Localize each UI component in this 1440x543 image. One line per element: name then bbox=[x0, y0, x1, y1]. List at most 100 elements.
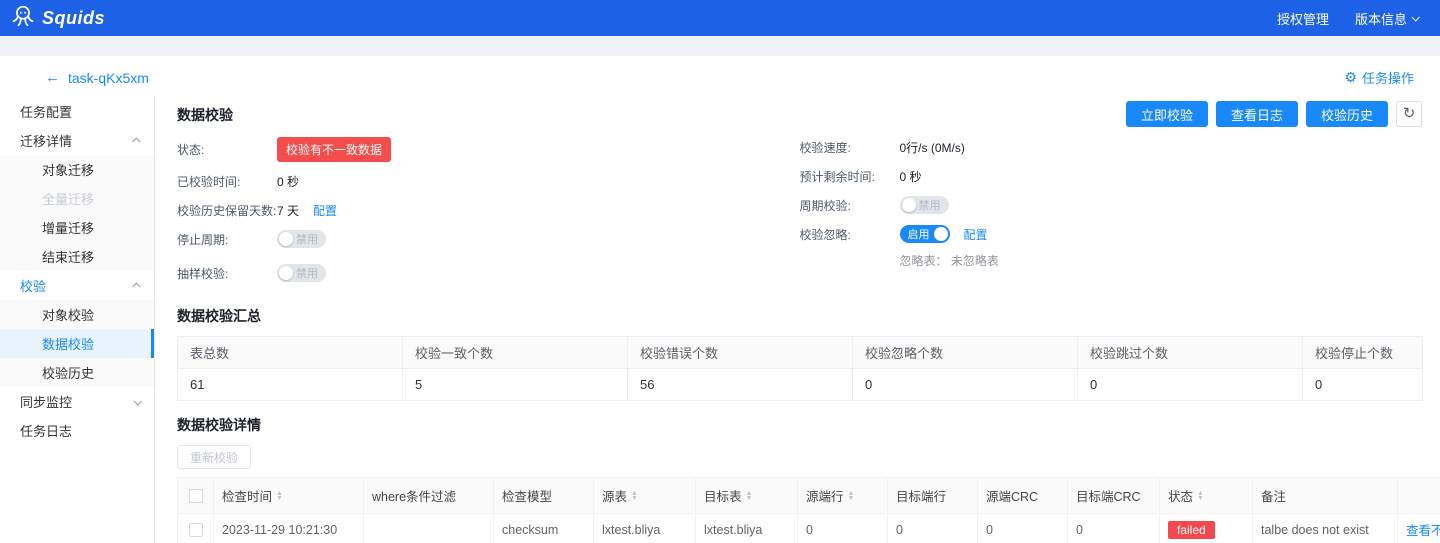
sidebar-item-task-logs[interactable]: 任务日志 bbox=[0, 416, 154, 445]
sidebar-item-data-validation[interactable]: 数据校验 bbox=[0, 329, 154, 358]
sort-icon[interactable]: ▲ ▼ bbox=[1197, 490, 1204, 502]
ignore-config-link[interactable]: 配置 bbox=[964, 226, 988, 243]
sidebar-item-task-config[interactable]: 任务配置 bbox=[0, 97, 154, 126]
col-label: 源表 bbox=[602, 490, 628, 504]
cell-source: lxtest.bliya bbox=[593, 513, 696, 543]
nav-auth-management[interactable]: 授权管理 bbox=[1277, 9, 1329, 28]
cell-time: 2023-11-29 10:21:30 bbox=[213, 513, 364, 543]
chevron-down-icon bbox=[133, 396, 142, 406]
summary-value-total: 61 bbox=[177, 368, 403, 401]
col-label: 备注 bbox=[1261, 490, 1287, 504]
main-panel: 数据校验 立即校验 查看日志 校验历史 ↻ 状态: 校验有不一致数据 已校验时间… bbox=[155, 95, 1440, 543]
details-section-title: 数据校验详情 bbox=[177, 417, 261, 433]
summary-header-errors: 校验错误个数 bbox=[627, 336, 853, 369]
sidebar-group-sync-monitor[interactable]: 同步监控 bbox=[0, 387, 154, 416]
cell-dst-crc: 0 bbox=[1067, 513, 1160, 543]
sort-icon[interactable]: ▲ ▼ bbox=[631, 490, 638, 502]
cell-src-rows: 0 bbox=[797, 513, 888, 543]
sort-icon[interactable]: ▲ ▼ bbox=[848, 490, 855, 502]
cell-model: checksum bbox=[493, 513, 594, 543]
col-label: 检查模型 bbox=[502, 490, 553, 504]
toggle-state-label: 禁用 bbox=[296, 268, 318, 280]
brand[interactable]: Squids bbox=[10, 3, 105, 34]
select-all-checkbox[interactable] bbox=[188, 488, 203, 503]
validation-ignore-toggle[interactable]: 启用 bbox=[899, 225, 950, 243]
remaining-time-value: 0 秒 bbox=[899, 169, 922, 184]
gear-icon: ⚙ bbox=[1344, 69, 1357, 85]
history-retention-label: 校验历史保留天数: bbox=[177, 203, 277, 218]
cell-src-crc: 0 bbox=[977, 513, 1068, 543]
sort-icon[interactable]: ▲ ▼ bbox=[746, 490, 753, 502]
back-arrow-icon: ← bbox=[45, 69, 60, 86]
summary-value-skipped: 0 bbox=[1077, 368, 1303, 401]
col-label: 检查时间 bbox=[222, 490, 273, 504]
periodic-validation-toggle[interactable]: 禁用 bbox=[899, 196, 949, 214]
nav-auth-label: 授权管理 bbox=[1276, 11, 1329, 27]
sidebar-item-object-migration[interactable]: 对象迁移 bbox=[0, 155, 154, 184]
sampling-validation-toggle[interactable]: 禁用 bbox=[277, 264, 326, 282]
validate-now-button[interactable]: 立即校验 bbox=[1125, 101, 1208, 127]
sidebar-group-validation[interactable]: 校验 bbox=[0, 271, 154, 300]
task-operations-label: 任务操作 bbox=[1361, 71, 1414, 86]
row-checkbox[interactable] bbox=[188, 522, 203, 537]
col-label: 目标端行 bbox=[896, 490, 947, 504]
summary-value-row: 61 5 56 0 0 0 bbox=[177, 368, 1423, 401]
col-check-time[interactable]: 检查时间 ▲ ▼ bbox=[213, 477, 364, 514]
col-label: 源端行 bbox=[806, 490, 844, 504]
stop-cycle-toggle[interactable]: 禁用 bbox=[277, 230, 326, 248]
history-retention-value: 7 天 bbox=[277, 203, 300, 218]
sidebar-label: 任务配置 bbox=[20, 105, 73, 120]
sidebar: 任务配置 迁移详情 对象迁移 全量迁移 增量迁移 结束迁移 校验 对象校验 数据… bbox=[0, 95, 155, 543]
col-actions: 操作 bbox=[1397, 477, 1440, 514]
sidebar-label: 全量迁移 bbox=[42, 192, 95, 207]
validation-history-button[interactable]: 校验历史 bbox=[1305, 101, 1388, 127]
retention-config-link[interactable]: 配置 bbox=[313, 202, 337, 219]
summary-value-ignored: 0 bbox=[852, 368, 1078, 401]
sidebar-label: 数据校验 bbox=[42, 337, 95, 352]
col-label: 目标端CRC bbox=[1076, 490, 1141, 504]
col-source-crc: 源端CRC bbox=[977, 477, 1068, 514]
sampling-validation-label: 抽样校验: bbox=[177, 266, 229, 281]
sidebar-label: 任务日志 bbox=[20, 424, 73, 439]
summary-header-row: 表总数 校验一致个数 校验错误个数 校验忽略个数 校验跳过个数 校验停止个数 bbox=[177, 336, 1423, 369]
ignored-tables-note: 忽略表： 未忽略表 bbox=[899, 253, 999, 268]
refresh-button[interactable]: ↻ bbox=[1396, 101, 1422, 127]
view-logs-button[interactable]: 查看日志 bbox=[1215, 101, 1298, 127]
col-target-table[interactable]: 目标表 ▲ ▼ bbox=[695, 477, 798, 514]
toggle-knob bbox=[901, 198, 916, 212]
col-source-rows[interactable]: 源端行 ▲ ▼ bbox=[797, 477, 888, 514]
col-source-table[interactable]: 源表 ▲ ▼ bbox=[593, 477, 696, 514]
sidebar-label: 增量迁移 bbox=[42, 221, 95, 236]
nav-version-info[interactable]: 版本信息 bbox=[1354, 9, 1420, 28]
sidebar-label: 对象校验 bbox=[42, 308, 95, 323]
summary-table: 表总数 校验一致个数 校验错误个数 校验忽略个数 校验跳过个数 校验停止个数 6… bbox=[177, 336, 1423, 401]
sidebar-item-incremental-migration[interactable]: 增量迁移 bbox=[0, 213, 154, 242]
octopus-logo-icon bbox=[10, 3, 36, 34]
status-failed-badge: failed bbox=[1168, 520, 1215, 539]
validation-speed-value: 0行/s (0M/s) bbox=[899, 140, 965, 155]
summary-header-ignored: 校验忽略个数 bbox=[852, 336, 1078, 369]
back-link[interactable]: ← task-qKx5xm bbox=[45, 69, 149, 86]
sort-icon[interactable]: ▲ ▼ bbox=[276, 490, 283, 502]
task-operations-link[interactable]: ⚙ 任务操作 bbox=[1344, 68, 1414, 87]
table-row: 2023-11-29 10:21:30 checksum lxtest.bliy… bbox=[177, 513, 1440, 543]
sidebar-group-migration-details[interactable]: 迁移详情 bbox=[0, 126, 154, 155]
toggle-state-label: 禁用 bbox=[296, 234, 318, 246]
sidebar-item-end-migration[interactable]: 结束迁移 bbox=[0, 242, 154, 271]
col-label: 状态 bbox=[1168, 490, 1194, 504]
validation-speed-label: 校验速度: bbox=[799, 140, 851, 155]
sidebar-label: 同步监控 bbox=[20, 395, 73, 410]
cell-where bbox=[363, 513, 494, 543]
validated-time-label: 已校验时间: bbox=[177, 174, 241, 189]
col-target-rows: 目标端行 bbox=[887, 477, 978, 514]
sidebar-item-object-validation[interactable]: 对象校验 bbox=[0, 300, 154, 329]
sidebar-label: 校验 bbox=[20, 279, 47, 294]
col-status[interactable]: 状态 ▲ ▼ bbox=[1159, 477, 1253, 514]
toggle-knob bbox=[279, 232, 293, 246]
validation-ignore-label: 校验忽略: bbox=[799, 227, 851, 242]
nav-version-label: 版本信息 bbox=[1354, 11, 1407, 27]
view-inconsistency-link[interactable]: 查看不一致 bbox=[1406, 524, 1440, 538]
col-label: 目标表 bbox=[704, 490, 742, 504]
sidebar-item-validation-history[interactable]: 校验历史 bbox=[0, 358, 154, 387]
summary-value-consistent: 5 bbox=[402, 368, 628, 401]
